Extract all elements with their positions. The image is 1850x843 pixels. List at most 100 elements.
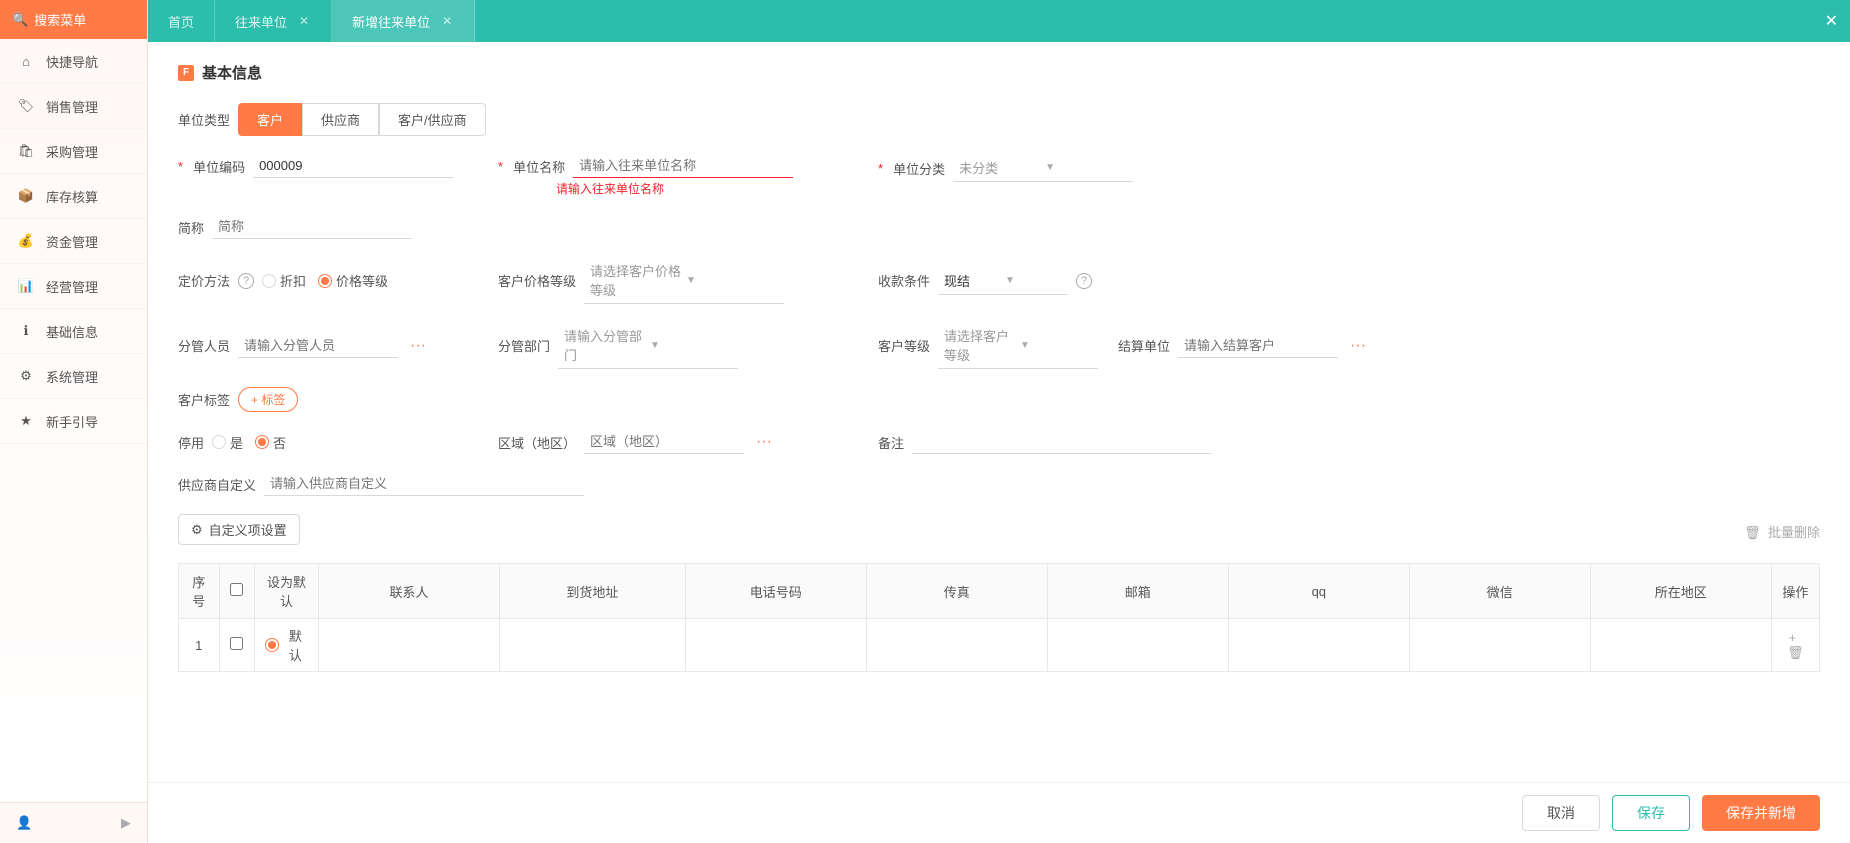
table-section: ⚙ 自定义项设置 🗑 批量删除 序号 设 [178,514,1820,672]
star-icon: ★ [16,411,36,431]
row-check[interactable] [219,619,255,672]
unit-category-group: * 单位分类 未分类 ▼ [878,154,1133,182]
sidebar-label-operations: 经营管理 [46,277,98,296]
customer-price-select[interactable]: 请选择客户价格等级 ▼ [584,257,784,304]
contact-cell-input[interactable] [329,634,489,657]
tab-partner-list[interactable]: 往来单位 ✕ [215,0,332,42]
row-qq[interactable] [1228,619,1409,672]
pricing-row: 定价方法 ? 折扣 价格等级 客户价格等级 请选择客户价格等级 [178,257,1820,304]
tab-new-partner-close[interactable]: ✕ [440,14,454,28]
row-delete-icon[interactable]: 🗑 [1787,645,1804,660]
unit-category-select[interactable]: 未分类 ▼ [953,154,1133,182]
window-close-button[interactable]: ✕ [1825,11,1838,31]
sidebar-item-operations[interactable]: 📊 经营管理 [0,264,147,309]
payment-terms-select[interactable]: 现结 ▼ [938,267,1068,295]
customer-level-select[interactable]: 请选择客户等级 ▼ [938,322,1098,369]
unit-code-input[interactable] [253,154,453,178]
col-action-header: 操作 [1771,564,1819,619]
payment-help-icon[interactable]: ? [1076,273,1092,289]
settlement-input[interactable] [1178,334,1338,358]
manager-row: 分管人员 ··· 分管部门 请输入分管部门 ▼ 客户等级 请选择客户等级 ▼ 结… [178,322,1820,369]
tab-new-partner[interactable]: 新增往来单位 ✕ [332,0,475,42]
sidebar-bottom: 👤 ▶ [0,802,147,843]
row-checkbox[interactable] [230,637,243,650]
table-row: 1 默认 [179,619,1820,672]
pricing-help-icon[interactable]: ? [238,273,254,289]
table-container[interactable]: 序号 设为默认 联系人 到货地址 电话号码 传真 邮箱 qq 微信 [178,563,1820,672]
region-input[interactable] [584,430,744,454]
disable-yes-radio[interactable]: 是 [212,433,243,452]
payment-terms-value: 现结 [944,271,1001,290]
col-check-header [219,564,255,619]
col-email-header: 邮箱 [1047,564,1228,619]
cancel-button[interactable]: 取消 [1522,795,1600,831]
disable-yes-label: 是 [230,433,243,452]
sidebar-label-finance: 资金管理 [46,232,98,251]
row-region[interactable] [1590,619,1771,672]
unit-code-group: * 单位编码 [178,154,498,178]
settings-icon: ⚙ [191,522,203,538]
customer-price-label: 客户价格等级 [498,271,576,290]
email-cell-input[interactable] [1058,634,1218,657]
region-label: 区域（地区） [498,433,576,452]
contact-table: 序号 设为默认 联系人 到货地址 电话号码 传真 邮箱 qq 微信 [178,563,1820,672]
phone-cell-input[interactable] [696,634,856,657]
qq-cell-input[interactable] [1239,634,1399,657]
region-cell-input[interactable] [1601,634,1761,657]
short-name-group: 简称 [178,215,498,239]
remark-input[interactable] [912,430,1212,454]
sidebar-item-purchase-mgmt[interactable]: 🛍 采购管理 [0,129,147,174]
disable-no-radio[interactable]: 否 [255,433,286,452]
sidebar-item-inventory[interactable]: 📦 库存核算 [0,174,147,219]
manager-input[interactable] [238,334,398,358]
unit-name-input[interactable] [573,154,793,178]
row-addr[interactable] [500,619,686,672]
tab-home[interactable]: 首页 [148,0,215,42]
fax-cell-input[interactable] [877,634,1037,657]
sidebar-item-newcomer[interactable]: ★ 新手引导 [0,399,147,444]
row-email[interactable] [1047,619,1228,672]
sidebar-item-system-mgmt[interactable]: ⚙ 系统管理 [0,354,147,399]
supplier-custom-label: 供应商自定义 [178,475,256,494]
custom-settings-button[interactable]: ⚙ 自定义项设置 [178,514,300,545]
department-select[interactable]: 请输入分管部门 ▼ [558,322,738,369]
disable-no-label: 否 [273,433,286,452]
supplier-custom-input[interactable] [264,472,584,496]
unit-btn-supplier[interactable]: 供应商 [302,103,379,136]
pricing-discount-radio[interactable]: 折扣 [262,271,306,290]
sidebar-item-basic-info[interactable]: ℹ 基础信息 [0,309,147,354]
row-fax[interactable] [866,619,1047,672]
settlement-more-icon[interactable]: ··· [1346,337,1370,355]
sidebar-item-sales-mgmt[interactable]: 🏷 销售管理 [0,84,147,129]
row-add-icon[interactable]: + [1789,630,1797,645]
row-contact[interactable] [319,619,500,672]
tab-bar: 首页 往来单位 ✕ 新增往来单位 ✕ ✕ [148,0,1850,42]
unit-btn-customer[interactable]: 客户 [238,103,302,136]
disable-label: 停用 [178,433,204,452]
save-button[interactable]: 保存 [1612,795,1690,831]
tab-partner-list-close[interactable]: ✕ [297,14,311,28]
sidebar-search[interactable]: 🔍 搜索菜单 [0,0,147,39]
pricing-level-radio[interactable]: 价格等级 [318,271,388,290]
short-name-row: 简称 [178,215,1820,239]
save-new-button[interactable]: 保存并新增 [1702,795,1820,831]
short-name-input[interactable] [212,215,412,239]
level-label: 价格等级 [336,271,388,290]
row-default[interactable]: 默认 [255,619,319,672]
region-more-icon[interactable]: ··· [752,433,776,451]
sidebar-item-quick-nav[interactable]: ⌂ 快捷导航 [0,39,147,84]
sidebar-label-sales: 销售管理 [46,97,98,116]
sidebar-label-quick-nav: 快捷导航 [46,52,98,71]
add-tag-button[interactable]: + 标签 [238,387,298,412]
wechat-cell-input[interactable] [1420,634,1580,657]
addr-cell-input[interactable] [510,634,675,657]
row-phone[interactable] [685,619,866,672]
sidebar-item-finance[interactable]: 💰 资金管理 [0,219,147,264]
search-icon: 🔍 [12,12,28,28]
row-wechat[interactable] [1409,619,1590,672]
batch-delete-label: 🗑 批量删除 [1744,522,1820,541]
manager-more-icon[interactable]: ··· [406,337,430,355]
select-all-checkbox[interactable] [230,583,243,596]
unit-btn-both[interactable]: 客户/供应商 [379,103,486,136]
custom-settings-label: 自定义项设置 [209,520,287,539]
